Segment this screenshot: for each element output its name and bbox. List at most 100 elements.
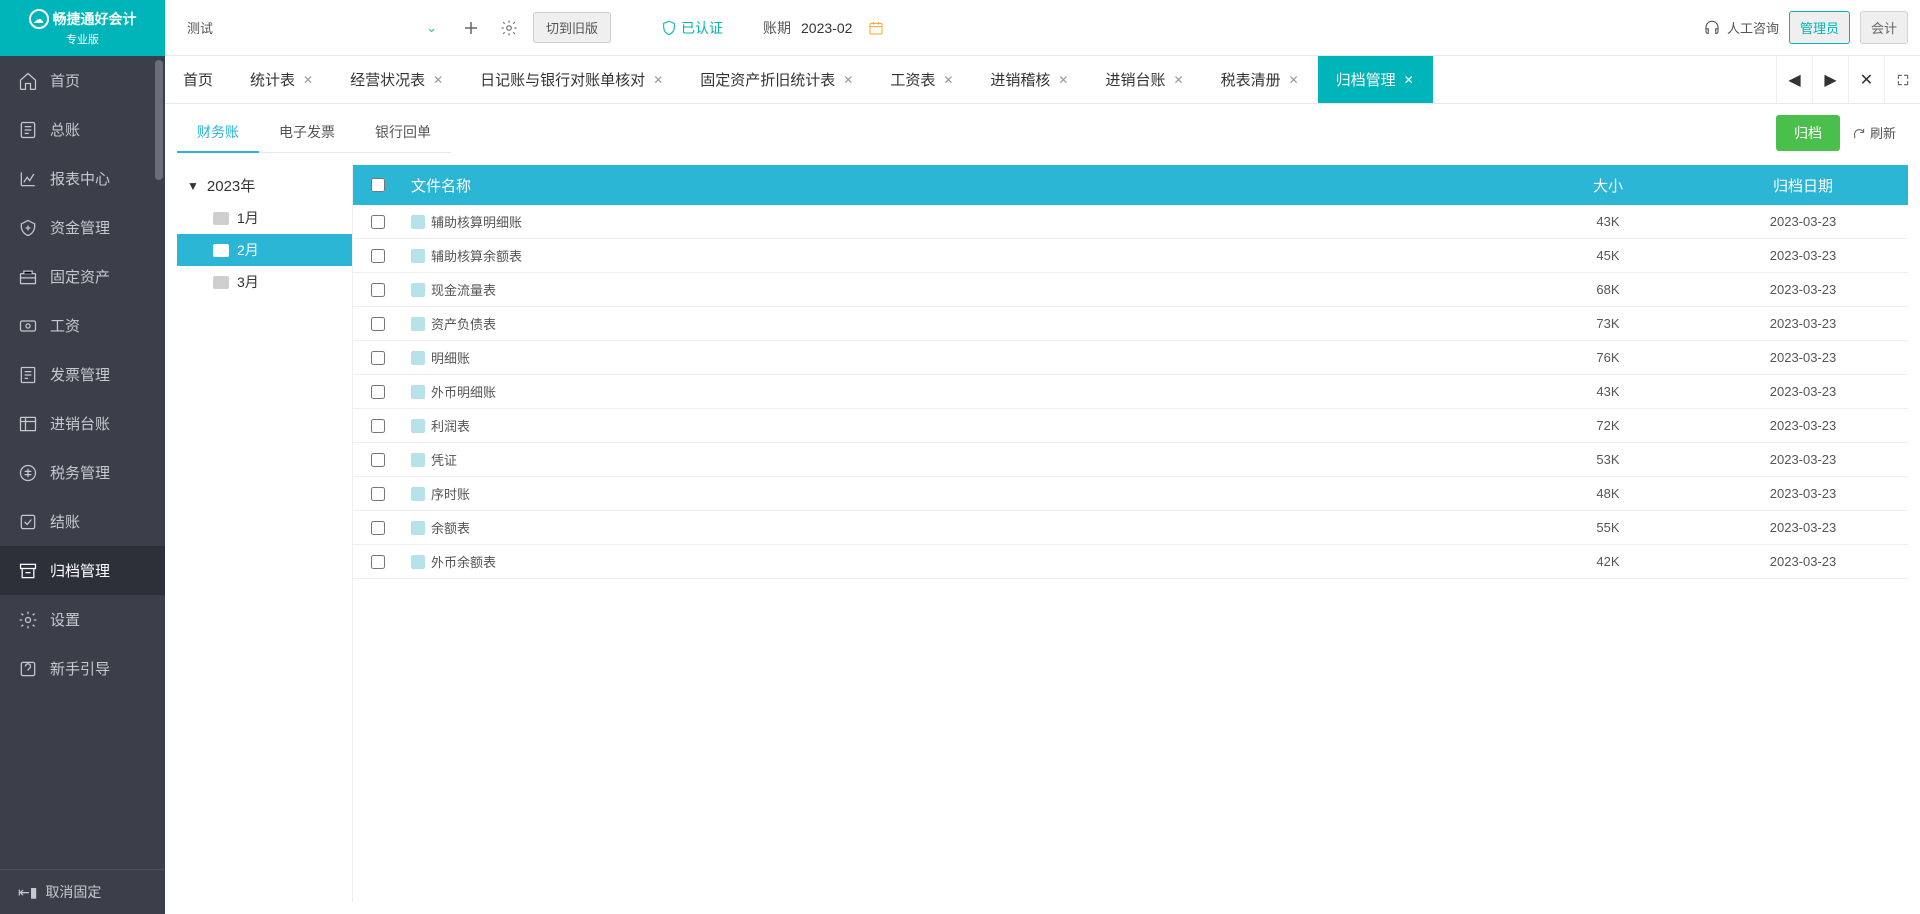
tab-close-icon[interactable]: ✕ bbox=[943, 73, 953, 87]
verified-badge: 已认证 bbox=[661, 18, 723, 38]
tab-9[interactable]: 归档管理✕ bbox=[1318, 56, 1433, 103]
row-checkbox[interactable] bbox=[371, 521, 385, 535]
calendar-icon[interactable] bbox=[862, 14, 890, 42]
table-row[interactable]: 现金流量表68K2023-03-23 bbox=[353, 273, 1908, 307]
select-all-checkbox[interactable] bbox=[371, 178, 385, 192]
row-checkbox[interactable] bbox=[371, 555, 385, 569]
row-checkbox[interactable] bbox=[371, 215, 385, 229]
tab-close-icon[interactable]: ✕ bbox=[1404, 73, 1414, 87]
sidebar-item-guide[interactable]: 新手引导 bbox=[0, 644, 165, 693]
tab-6[interactable]: 进销稽核✕ bbox=[972, 56, 1087, 103]
sidebar-item-label: 税务管理 bbox=[50, 462, 110, 483]
tab-close-icon[interactable]: ✕ bbox=[653, 73, 663, 87]
tab-7[interactable]: 进销台账 ✕ bbox=[1087, 56, 1202, 103]
file-icon bbox=[411, 215, 425, 229]
archive-button[interactable]: 归档 bbox=[1776, 115, 1840, 151]
table-row[interactable]: 利润表72K2023-03-23 bbox=[353, 409, 1908, 443]
sidebar-item-home[interactable]: 首页 bbox=[0, 56, 165, 105]
sidebar-item-tax[interactable]: 税务管理 bbox=[0, 448, 165, 497]
table-row[interactable]: 序时账48K2023-03-23 bbox=[353, 477, 1908, 511]
table-row[interactable]: 资产负债表73K2023-03-23 bbox=[353, 307, 1908, 341]
chevron-down-icon: ⌄ bbox=[426, 20, 437, 36]
brand-name: 畅捷通好会计 bbox=[53, 9, 137, 29]
tab-4[interactable]: 固定资产折旧统计表✕ bbox=[682, 56, 872, 103]
unpin-button[interactable]: ⇤▮ 取消固定 bbox=[0, 869, 165, 914]
tabs-scroll-right[interactable]: ▶ bbox=[1812, 56, 1848, 103]
tabs-scroll-left[interactable]: ◀ bbox=[1776, 56, 1812, 103]
row-checkbox[interactable] bbox=[371, 317, 385, 331]
fullscreen-icon[interactable] bbox=[1884, 56, 1920, 103]
row-checkbox[interactable] bbox=[371, 385, 385, 399]
tab-close-icon[interactable]: ✕ bbox=[303, 73, 313, 87]
table-row[interactable]: 外币余额表42K2023-03-23 bbox=[353, 545, 1908, 579]
tab-close-icon[interactable]: ✕ bbox=[433, 73, 443, 87]
sidebar-item-funds[interactable]: 资金管理 bbox=[0, 203, 165, 252]
tab-8[interactable]: 税表清册✕ bbox=[1203, 56, 1318, 103]
sidebar-scrollbar[interactable] bbox=[155, 60, 163, 180]
tree-month-2[interactable]: 3月 bbox=[177, 266, 352, 298]
tree-month-1[interactable]: 2月 bbox=[177, 234, 352, 266]
sub-tab-1[interactable]: 电子发票 bbox=[259, 112, 355, 152]
tab-3[interactable]: 日记账与银行对账单核对✕ bbox=[462, 56, 682, 103]
table-row[interactable]: 辅助核算余额表45K2023-03-23 bbox=[353, 239, 1908, 273]
row-date: 2023-03-23 bbox=[1698, 554, 1908, 569]
tab-label: 进销台账 bbox=[1105, 69, 1165, 90]
switch-old-button[interactable]: 切到旧版 bbox=[533, 12, 611, 43]
table-row[interactable]: 余额表55K2023-03-23 bbox=[353, 511, 1908, 545]
sidebar-item-settings[interactable]: 设置 bbox=[0, 595, 165, 644]
row-checkbox[interactable] bbox=[371, 453, 385, 467]
tab-2[interactable]: 经营状况表✕ bbox=[332, 56, 462, 103]
company-selector[interactable]: 测试 ⌄ bbox=[177, 12, 447, 43]
tab-close-icon[interactable]: ✕ bbox=[1174, 73, 1184, 87]
row-checkbox[interactable] bbox=[371, 419, 385, 433]
role-accountant-button[interactable]: 会计 bbox=[1860, 11, 1908, 44]
tab-0[interactable]: 首页 bbox=[165, 56, 232, 103]
row-checkbox[interactable] bbox=[371, 487, 385, 501]
home-icon bbox=[18, 71, 38, 91]
row-name-cell: 外币余额表 bbox=[403, 552, 1518, 571]
unpin-label: 取消固定 bbox=[45, 882, 101, 902]
add-button[interactable] bbox=[457, 14, 485, 42]
row-checkbox[interactable] bbox=[371, 249, 385, 263]
table-body: 辅助核算明细账43K2023-03-23辅助核算余额表45K2023-03-23… bbox=[353, 205, 1908, 902]
sidebar-item-label: 总账 bbox=[50, 119, 80, 140]
gear-icon[interactable] bbox=[495, 14, 523, 42]
body-split: ▼ 2023年 1月2月3月 文件名称 大小 归档日期 辅助 bbox=[165, 153, 1920, 914]
tab-1[interactable]: 统计表✕ bbox=[232, 56, 332, 103]
invoice-icon bbox=[18, 365, 38, 385]
cloud-icon: ☁ bbox=[29, 9, 49, 29]
sub-tab-2[interactable]: 银行回单 bbox=[355, 112, 451, 152]
table-row[interactable]: 辅助核算明细账43K2023-03-23 bbox=[353, 205, 1908, 239]
tabs-close-all[interactable]: ✕ bbox=[1848, 56, 1884, 103]
row-size: 76K bbox=[1518, 350, 1698, 365]
tab-close-icon[interactable]: ✕ bbox=[1289, 73, 1299, 87]
row-date: 2023-03-23 bbox=[1698, 384, 1908, 399]
sidebar-item-stock[interactable]: 进销台账 bbox=[0, 399, 165, 448]
role-admin-button[interactable]: 管理员 bbox=[1789, 11, 1850, 44]
sidebar-item-invoice[interactable]: 发票管理 bbox=[0, 350, 165, 399]
table-row[interactable]: 明细账76K2023-03-23 bbox=[353, 341, 1908, 375]
tree-year-node[interactable]: ▼ 2023年 bbox=[177, 169, 352, 202]
triangle-down-icon: ▼ bbox=[187, 179, 199, 193]
sidebar-item-archive[interactable]: 归档管理 bbox=[0, 546, 165, 595]
sidebar-item-chart[interactable]: 报表中心 bbox=[0, 154, 165, 203]
headset-icon bbox=[1703, 19, 1721, 37]
row-checkbox[interactable] bbox=[371, 351, 385, 365]
sub-tab-0[interactable]: 财务账 bbox=[177, 112, 259, 152]
tab-5[interactable]: 工资表✕ bbox=[872, 56, 972, 103]
table-row[interactable]: 凭证53K2023-03-23 bbox=[353, 443, 1908, 477]
consult-button[interactable]: 人工咨询 bbox=[1703, 18, 1779, 37]
row-name-cell: 资产负债表 bbox=[403, 314, 1518, 333]
sidebar-item-ledger[interactable]: 总账 bbox=[0, 105, 165, 154]
row-checkbox[interactable] bbox=[371, 283, 385, 297]
row-size: 43K bbox=[1518, 214, 1698, 229]
table-row[interactable]: 外币明细账43K2023-03-23 bbox=[353, 375, 1908, 409]
refresh-button[interactable]: 刷新 bbox=[1840, 115, 1908, 150]
sidebar-item-close[interactable]: 结账 bbox=[0, 497, 165, 546]
sidebar-item-asset[interactable]: 固定资产 bbox=[0, 252, 165, 301]
row-checkbox-cell bbox=[353, 487, 403, 501]
tree-month-0[interactable]: 1月 bbox=[177, 202, 352, 234]
tab-close-icon[interactable]: ✕ bbox=[1058, 73, 1068, 87]
tab-close-icon[interactable]: ✕ bbox=[843, 73, 853, 87]
sidebar-item-salary[interactable]: 工资 bbox=[0, 301, 165, 350]
